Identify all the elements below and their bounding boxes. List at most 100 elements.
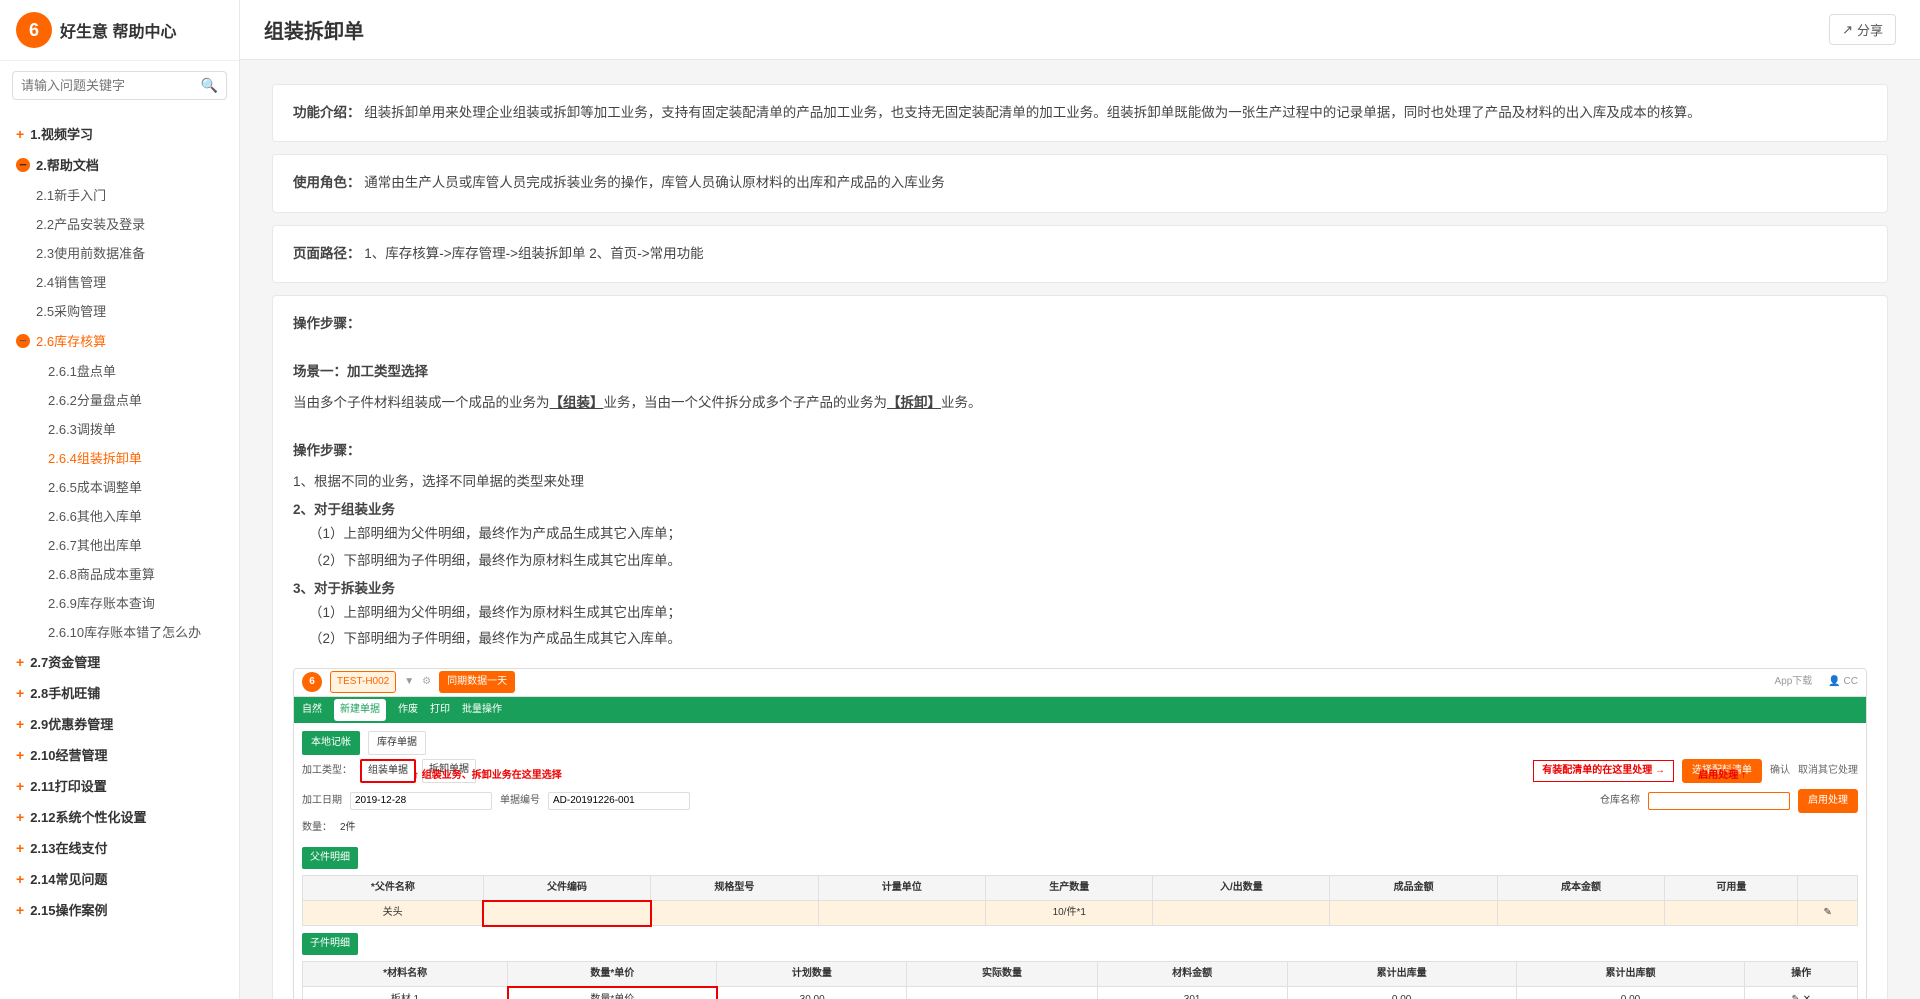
role-section: 使用角色： 通常由生产人员或库管人员完成拆装业务的操作，库管人员确认原材料的出库… bbox=[272, 154, 1888, 212]
sidebar-item-distribution[interactable]: 2.6.2分量盘点单 bbox=[0, 385, 239, 414]
sidebar-item-label: 2.6库存核算 bbox=[36, 331, 106, 350]
sidebar-item-onlinepay[interactable]: + 2.13在线支付 bbox=[0, 832, 239, 863]
td-product-amt bbox=[1330, 901, 1497, 926]
sidebar-item-finance[interactable]: + 2.7资金管理 bbox=[0, 646, 239, 677]
steps-title: 操作步骤： bbox=[293, 312, 1867, 336]
logo-text: 好生意 帮助中心 bbox=[60, 18, 176, 42]
th-actual-qty: 实际数量 bbox=[907, 961, 1097, 987]
sidebar-item-adjust[interactable]: 2.6.3调拨单 bbox=[0, 414, 239, 443]
sidebar: 6 好生意 帮助中心 🔍 + 1.视频学习 − 2.帮助文档 2.1新手入门 2… bbox=[0, 0, 240, 999]
sidebar-item-personalize[interactable]: + 2.12系统个性化设置 bbox=[0, 801, 239, 832]
sidebar-item-label: 2.14常见问题 bbox=[30, 869, 107, 888]
app-qty-label: 数量： bbox=[302, 819, 332, 837]
sidebar-item-costreset[interactable]: 2.6.8商品成本重算 bbox=[0, 559, 239, 588]
sidebar-item-purchase[interactable]: 2.5采购管理 bbox=[0, 296, 239, 325]
app-tab-local[interactable]: 本地记帐 bbox=[302, 731, 360, 755]
search-input[interactable] bbox=[21, 78, 201, 93]
sidebar-header: 6 好生意 帮助中心 bbox=[0, 0, 239, 61]
sidebar-item-ops[interactable]: + 2.10经营管理 bbox=[0, 739, 239, 770]
sidebar-item-otherout[interactable]: 2.6.7其他出库单 bbox=[0, 530, 239, 559]
annotation-process: 启用处理 ↑ bbox=[1698, 767, 1746, 785]
app-lower-table: *材料名称 数量*单价 计划数量 实际数量 材料金额 累计出库量 累计出库额 操… bbox=[302, 961, 1858, 999]
intro-text: 功能介绍： 组装拆卸单用来处理企业组装或拆卸等加工业务，支持有固定装配清单的产品… bbox=[293, 101, 1867, 125]
sidebar-item-coupon[interactable]: + 2.9优惠券管理 bbox=[0, 708, 239, 739]
plus-icon-mobile: + bbox=[16, 685, 24, 701]
app-nav-void[interactable]: 作废 bbox=[398, 701, 418, 719]
app-lower-section: 子件明细 bbox=[302, 933, 358, 955]
table-row: 关头 10/件*1 ✎ bbox=[303, 901, 1858, 926]
td-mat1-plan: 30.00 bbox=[717, 987, 907, 999]
sidebar-item-stockcheck[interactable]: 2.6.9库存账本查询 bbox=[0, 588, 239, 617]
share-button[interactable]: ↗ 分享 bbox=[1829, 14, 1896, 45]
sidebar-item-assembly[interactable]: 2.6.4组装拆卸单 bbox=[0, 443, 239, 472]
th-op: 操作 bbox=[1745, 961, 1858, 987]
app-nav-new[interactable]: 新建单据 bbox=[334, 699, 386, 721]
th-cumout-qty: 累计出库量 bbox=[1287, 961, 1516, 987]
logo-icon: 6 bbox=[16, 12, 52, 48]
td-available bbox=[1665, 901, 1798, 926]
app-warehouse-input[interactable] bbox=[1648, 792, 1790, 810]
app-nav-home[interactable]: 自然 bbox=[302, 701, 322, 719]
sidebar-item-label: 2.15操作案例 bbox=[30, 900, 107, 919]
td-action[interactable]: ✎ bbox=[1798, 901, 1858, 926]
dot-icon-inventory: − bbox=[16, 334, 30, 348]
sidebar-item-faq[interactable]: + 2.14常见问题 bbox=[0, 863, 239, 894]
td-unit bbox=[818, 901, 985, 926]
sidebar-item-print[interactable]: + 2.11打印设置 bbox=[0, 770, 239, 801]
th-material-amt: 材料金额 bbox=[1097, 961, 1287, 987]
sidebar-item-install[interactable]: 2.2产品安装及登录 bbox=[0, 209, 239, 238]
app-date-input[interactable] bbox=[350, 792, 492, 810]
td-parent-code bbox=[483, 901, 650, 926]
sidebar-item-mobile[interactable]: + 2.8手机旺铺 bbox=[0, 677, 239, 708]
sidebar-item-sales[interactable]: 2.4销售管理 bbox=[0, 267, 239, 296]
path-text: 页面路径： 1、库存核算->库存管理->组装拆卸单 2、首页->常用功能 bbox=[293, 242, 1867, 266]
step3-sub2: （2）下部明细为子件明细，最终作为产成品生成其它入库单。 bbox=[309, 627, 1867, 651]
sidebar-item-cases[interactable]: + 2.15操作案例 bbox=[0, 894, 239, 925]
plus-icon-faq: + bbox=[16, 871, 24, 887]
app-process-btn[interactable]: 启用处理 bbox=[1798, 789, 1858, 813]
app-sync-btn[interactable]: 同期数据一天 bbox=[439, 671, 515, 693]
sidebar-item-label: 1.视频学习 bbox=[30, 124, 93, 143]
app-content: 本地记帐 库存单据 加工类型： 组装单据 拆卸单据 有装配清单的在这里处理 → bbox=[294, 723, 1866, 999]
app-form-row3: 数量： 2件 bbox=[302, 819, 1858, 837]
td-mat1-amt: 301 bbox=[1097, 987, 1287, 999]
scene1-desc-text: 当由多个子件材料组装成一个成品的业务为【组装】业务，当由一个父件拆分成多个子产品… bbox=[293, 395, 982, 410]
app-upper-table: *父件名称 父件编码 规格型号 计量单位 生产数量 入/出数量 成品金额 成本金… bbox=[302, 875, 1858, 927]
sidebar-item-stockerror[interactable]: 2.6.10库存账本错了怎么办 bbox=[0, 617, 239, 646]
sidebar-item-data[interactable]: 2.3使用前数据准备 bbox=[0, 238, 239, 267]
app-type-option1[interactable]: 组装单据 bbox=[360, 759, 416, 783]
td-prod-qty: 10/件*1 bbox=[986, 901, 1153, 926]
th-prod-qty: 生产数量 bbox=[986, 875, 1153, 901]
td-spec bbox=[651, 901, 818, 926]
app-nav-print[interactable]: 打印 bbox=[430, 701, 450, 719]
plus-icon-print: + bbox=[16, 778, 24, 794]
role-label: 使用角色： bbox=[293, 175, 361, 190]
app-bill-input[interactable] bbox=[548, 792, 690, 810]
app-top-bar: 6 TEST-H002 ▼ ⚙ 同期数据一天 App下载 👤 CC bbox=[294, 669, 1866, 697]
td-mat1-op[interactable]: ✎ ✕ bbox=[1745, 987, 1858, 999]
sidebar-item-costadj[interactable]: 2.6.5成本调整单 bbox=[0, 472, 239, 501]
sidebar-item-docs[interactable]: − 2.帮助文档 bbox=[0, 149, 239, 180]
sidebar-item-otherin[interactable]: 2.6.6其他入库单 bbox=[0, 501, 239, 530]
app-tab-stock[interactable]: 库存单据 bbox=[368, 731, 426, 755]
share-icon: ↗ bbox=[1842, 22, 1853, 38]
sidebar-item-inventory[interactable]: − 2.6库存核算 bbox=[0, 325, 239, 356]
td-mat1-cumqty: 0.00 bbox=[1287, 987, 1516, 999]
app-cancel-label: 取消其它处理 bbox=[1798, 762, 1858, 780]
app-upper-section: 父件明细 bbox=[302, 847, 358, 869]
plus-icon: + bbox=[16, 126, 24, 142]
sidebar-item-video[interactable]: + 1.视频学习 bbox=[0, 118, 239, 149]
app-nav-batch[interactable]: 批量操作 bbox=[462, 701, 502, 719]
app-type-label: 加工类型： bbox=[302, 762, 352, 780]
th-parent-name: *父件名称 bbox=[303, 875, 484, 901]
sidebar-item-new[interactable]: 2.1新手入门 bbox=[0, 180, 239, 209]
sidebar-item-stocktake[interactable]: 2.6.1盘点单 bbox=[0, 356, 239, 385]
role-body: 通常由生产人员或库管人员完成拆装业务的操作，库管人员确认原材料的出库和产成品的入… bbox=[364, 175, 945, 190]
app-warehouse-label: 仓库名称 bbox=[1600, 792, 1640, 810]
td-inout-qty bbox=[1153, 901, 1330, 926]
th-cumout-amt: 累计出库额 bbox=[1516, 961, 1745, 987]
search-box[interactable]: 🔍 bbox=[12, 71, 227, 100]
search-icon[interactable]: 🔍 bbox=[201, 77, 218, 94]
th-material-name: *材料名称 bbox=[303, 961, 508, 987]
page-title: 组装拆卸单 bbox=[264, 15, 364, 44]
